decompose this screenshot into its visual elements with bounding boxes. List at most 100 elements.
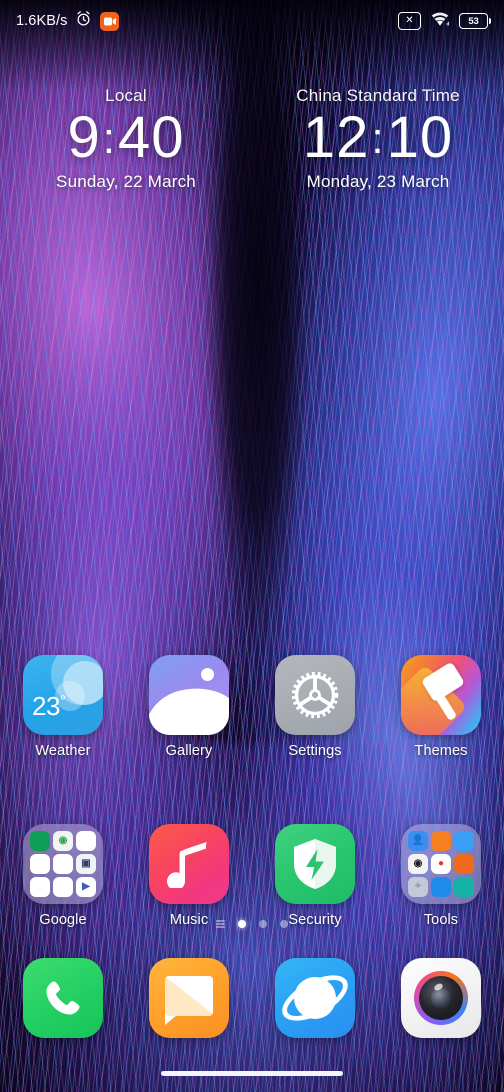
- chrome-icon-glyph: ●: [36, 858, 44, 869]
- china-clock-zone-label: China Standard Time: [296, 86, 460, 105]
- app-folder-tools[interactable]: 👤 ≡ ✉ ◉ ● ▶ ✦ ● ⬚ Tools: [378, 824, 504, 928]
- app-weather[interactable]: 23° Weather: [0, 655, 126, 759]
- drive-icon-glyph: ▲: [58, 858, 68, 869]
- gallery-mountain-front: [149, 682, 229, 735]
- google-folder-icon[interactable]: ≡ ◉ M ● ▲ ▣ ▶ G ▶: [23, 824, 103, 904]
- gmail-icon[interactable]: M: [76, 831, 96, 851]
- weather-temperature-value: 23: [32, 691, 60, 721]
- scanner-icon-glyph: ⬚: [459, 881, 469, 892]
- status-bar[interactable]: 1.6KB/s ✕ 53: [0, 0, 504, 42]
- settings-gear-icon[interactable]: [275, 655, 355, 735]
- app-security[interactable]: Security: [252, 824, 378, 928]
- video-icon[interactable]: ▶: [454, 854, 474, 874]
- compass-icon-glyph: ✦: [413, 881, 423, 892]
- local-clock-zone-label: Local: [105, 86, 147, 105]
- sheets-icon[interactable]: ≡: [30, 831, 50, 851]
- app-settings[interactable]: Settings: [252, 655, 378, 759]
- dock: [0, 958, 504, 1038]
- video-icon-glyph: ▶: [460, 858, 468, 869]
- app-row-1: 23° Weather Gallery Settings Themes: [0, 655, 504, 759]
- messages-icon-glyph: ✉: [459, 835, 469, 846]
- local-clock-time: 9:40: [0, 108, 252, 168]
- page-dot-3[interactable]: [259, 920, 267, 928]
- china-clock-separator: :: [371, 114, 385, 163]
- battery-icon: 53: [459, 13, 491, 29]
- mi-browser-icon-glyph: ●: [437, 881, 445, 892]
- local-clock-separator: :: [102, 114, 116, 163]
- chrome-icon[interactable]: ●: [30, 854, 50, 874]
- browser-planet-ring: [275, 966, 355, 1030]
- page-dot-2[interactable]: [238, 920, 246, 928]
- china-clock-minutes: 10: [386, 105, 454, 170]
- recorder-icon[interactable]: ●: [431, 854, 451, 874]
- mi-browser-icon[interactable]: ●: [431, 877, 451, 897]
- app-music[interactable]: Music: [126, 824, 252, 928]
- dual-clock-widget[interactable]: Local 9:40 Sunday, 22 March China Standa…: [0, 86, 504, 192]
- alarm-clock-icon: [75, 10, 92, 32]
- weather-degree-symbol: °: [59, 692, 66, 710]
- app-gallery[interactable]: Gallery: [126, 655, 252, 759]
- gallery-icon[interactable]: [149, 655, 229, 735]
- weather-icon[interactable]: 23°: [23, 655, 103, 735]
- phone-icon[interactable]: [23, 958, 103, 1038]
- translate-icon[interactable]: G: [53, 877, 73, 897]
- wifi-icon: [430, 11, 450, 32]
- notes-icon[interactable]: ≡: [431, 831, 451, 851]
- screen-recorder-icon: [100, 11, 120, 31]
- app-label-settings: Settings: [288, 743, 342, 759]
- app-label-gallery: Gallery: [165, 743, 213, 759]
- app-row-2: ≡ ◉ M ● ▲ ▣ ▶ G ▶ Google Music Security …: [0, 824, 504, 928]
- app-themes[interactable]: Themes: [378, 655, 504, 759]
- status-bar-left: 1.6KB/s: [16, 10, 120, 32]
- local-clock-hours: 9: [67, 105, 101, 170]
- translate-icon-glyph: G: [59, 881, 67, 892]
- play-store-icon-glyph: ▶: [82, 881, 90, 892]
- status-bar-right: ✕ 53: [398, 11, 491, 32]
- maps-icon[interactable]: ◉: [53, 831, 73, 851]
- dock-item-messages[interactable]: [126, 958, 252, 1038]
- china-clock-date: Monday, 23 March: [306, 171, 450, 191]
- app-grid: 23° Weather Gallery Settings Themes ≡ ◉ …: [0, 655, 504, 928]
- dock-item-phone[interactable]: [0, 958, 126, 1038]
- compass-icon[interactable]: ✦: [408, 877, 428, 897]
- gesture-home-bar[interactable]: [161, 1071, 343, 1076]
- no-sim-icon: ✕: [398, 12, 421, 30]
- dock-item-camera[interactable]: [378, 958, 504, 1038]
- page-indicator[interactable]: [0, 920, 504, 928]
- scanner-icon[interactable]: ⬚: [454, 877, 474, 897]
- china-clock-hours: 12: [302, 105, 370, 170]
- photos-icon-glyph: ▣: [81, 858, 91, 869]
- tools-folder-icon[interactable]: 👤 ≡ ✉ ◉ ● ▶ ✦ ● ⬚: [401, 824, 481, 904]
- youtube-icon[interactable]: ▶: [30, 877, 50, 897]
- contacts-icon[interactable]: 👤: [408, 831, 428, 851]
- contacts-icon-glyph: 👤: [411, 835, 425, 846]
- camera-lens-glass: [431, 988, 451, 1008]
- china-clock-time: 12:10: [252, 108, 504, 168]
- gallery-sun-dot: [201, 668, 214, 681]
- camera-lens-icon[interactable]: [401, 958, 481, 1038]
- photos-icon[interactable]: ▣: [76, 854, 96, 874]
- messages-icon[interactable]: ✉: [454, 831, 474, 851]
- no-sim-glyph: ✕: [405, 15, 414, 26]
- china-clock[interactable]: China Standard Time 12:10 Monday, 23 Mar…: [252, 86, 504, 192]
- browser-planet-icon[interactable]: [275, 958, 355, 1038]
- recorder-icon-glyph: ●: [437, 858, 445, 869]
- network-speed-text: 1.6KB/s: [16, 13, 68, 29]
- widgets-page-icon[interactable]: [216, 920, 225, 928]
- local-clock[interactable]: Local 9:40 Sunday, 22 March: [0, 86, 252, 192]
- page-dot-4[interactable]: [280, 920, 288, 928]
- play-store-icon[interactable]: ▶: [76, 877, 96, 897]
- security-shield-icon[interactable]: [275, 824, 355, 904]
- drive-icon[interactable]: ▲: [53, 854, 73, 874]
- gmail-icon-glyph: M: [81, 835, 91, 846]
- app-folder-google[interactable]: ≡ ◉ M ● ▲ ▣ ▶ G ▶ Google: [0, 824, 126, 928]
- weather-temperature: 23°: [32, 691, 66, 722]
- notes-icon-glyph: ≡: [438, 835, 444, 846]
- messages-icon[interactable]: [149, 958, 229, 1038]
- camera-icon[interactable]: ◉: [408, 854, 428, 874]
- themes-icon[interactable]: [401, 655, 481, 735]
- maps-icon-glyph: ◉: [58, 835, 68, 846]
- youtube-icon-glyph: ▶: [36, 881, 44, 892]
- dock-item-browser[interactable]: [252, 958, 378, 1038]
- music-note-icon[interactable]: [149, 824, 229, 904]
